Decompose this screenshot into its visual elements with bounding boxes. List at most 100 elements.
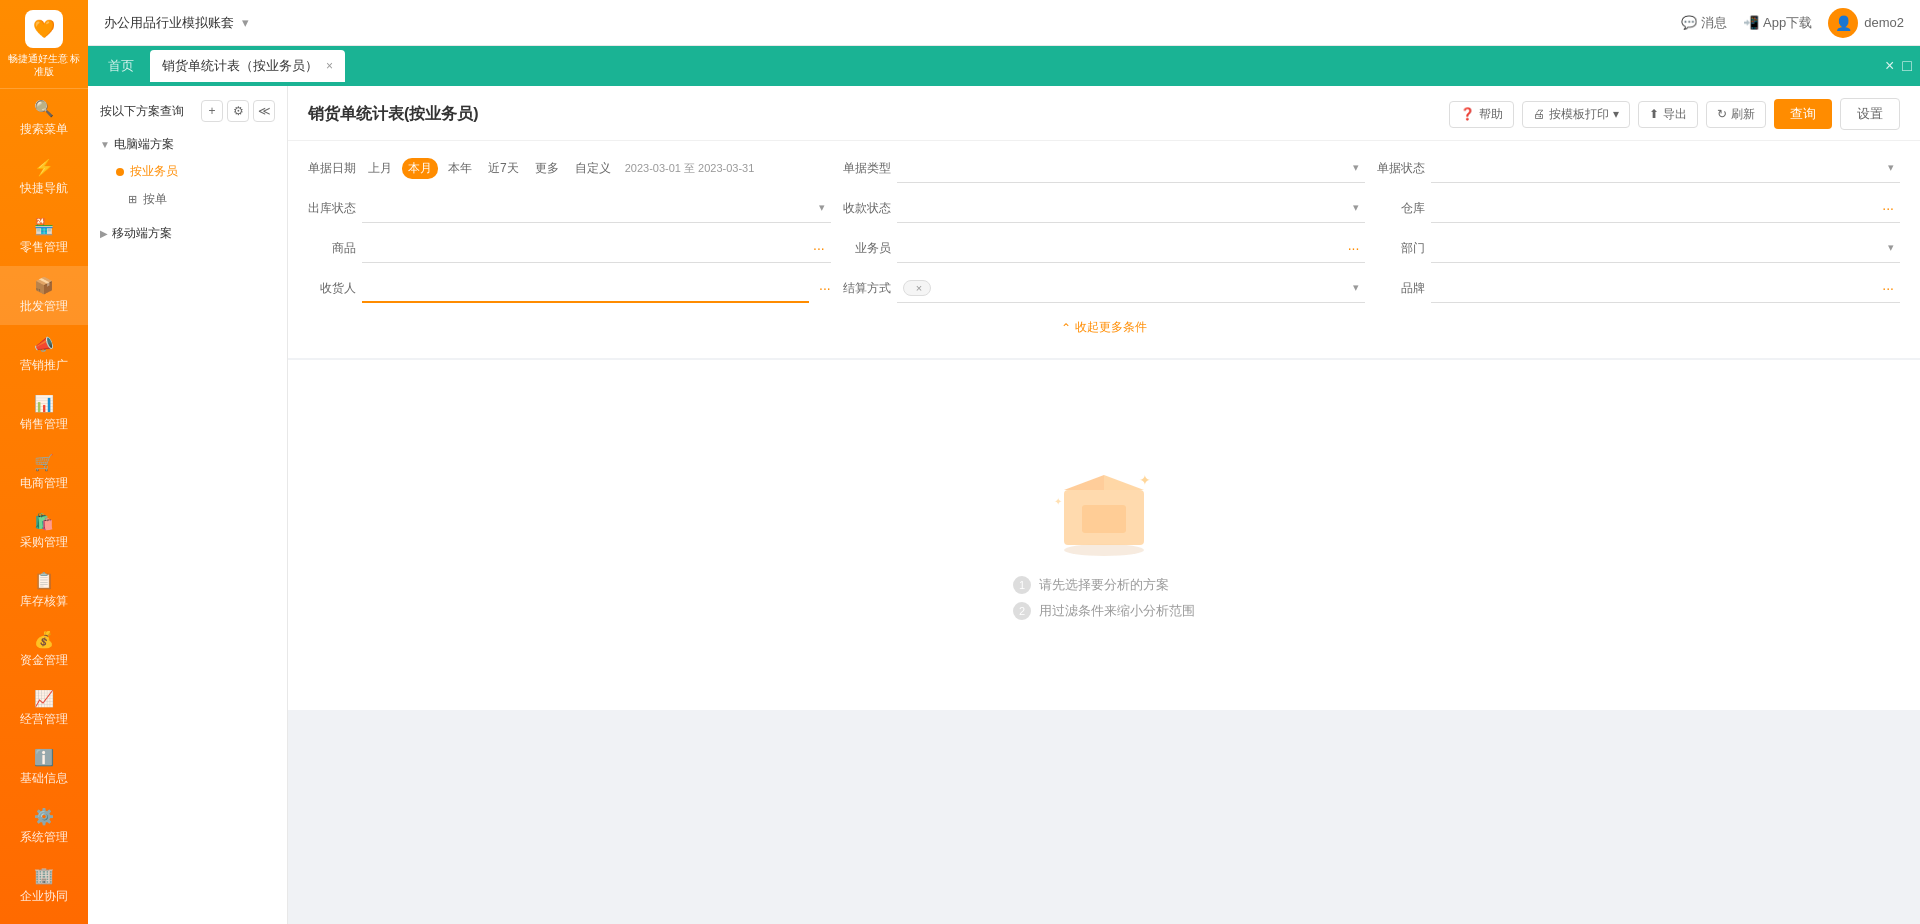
brand-dropdown[interactable]: ···	[1431, 273, 1900, 303]
export-icon: ⬆	[1649, 107, 1659, 121]
scheme-group-mobile[interactable]: ▶ 移动端方案	[88, 221, 287, 246]
tab-salesperson-stats[interactable]: 销货单统计表（按业务员） ×	[150, 50, 345, 82]
step-2-number: 2	[1013, 602, 1031, 620]
scheme-item-by-order[interactable]: ⊞ 按单	[88, 186, 287, 213]
basicinfo-icon: ℹ️	[34, 748, 54, 767]
left-panel: 按以下方案查询 + ⚙ ≪ ▼ 电脑端方案 按业务员 ⊞ 按单	[88, 86, 288, 924]
filter-row-4: 收货人 ··· 结算方式 × ▾	[308, 273, 1900, 303]
top-header: 办公用品行业模拟账套 ▾ 💬 消息 📲 App下载 👤 demo2	[88, 0, 1920, 46]
tab-close-button[interactable]: ×	[326, 59, 333, 73]
page-title-row: 销货单统计表(按业务员) ❓ 帮助 🖨 按模板打印 ▾ ⬆	[308, 98, 1900, 130]
svg-text:✦: ✦	[1139, 472, 1151, 488]
brand-dots-icon[interactable]: ···	[1882, 280, 1894, 296]
sales-icon: 📊	[34, 394, 54, 413]
print-button[interactable]: 🖨 按模板打印 ▾	[1522, 101, 1630, 128]
sidebar-item-operations[interactable]: 📈 经营管理	[0, 679, 88, 738]
docstatus-dropdown[interactable]: ▾	[1431, 153, 1900, 183]
query-button[interactable]: 查询	[1774, 99, 1832, 129]
export-button[interactable]: ⬆ 导出	[1638, 101, 1698, 128]
retail-icon: 🏪	[34, 217, 54, 236]
grid-icon: ⊞	[128, 193, 137, 206]
sidebar-item-finance[interactable]: 💰 资金管理	[0, 620, 88, 679]
app-logo[interactable]: 🧡 畅捷通好生意 标准版	[0, 0, 88, 89]
page-header: 销货单统计表(按业务员) ❓ 帮助 🖨 按模板打印 ▾ ⬆	[288, 86, 1920, 141]
filter-salesperson: 业务员 ···	[843, 233, 1366, 263]
empty-state-container: ✦ ✦ 1 请先选择要分析的方案 2 用过滤条件来缩小分析范围	[288, 360, 1920, 710]
receiptstatus-label: 收款状态	[843, 200, 891, 217]
date-tab-7days[interactable]: 近7天	[482, 158, 525, 179]
consignee-input[interactable]	[362, 273, 809, 303]
tab-home[interactable]: 首页	[96, 50, 146, 82]
messages-button[interactable]: 💬 消息	[1681, 14, 1727, 32]
sidebar-item-purchase[interactable]: 🛍️ 采购管理	[0, 502, 88, 561]
empty-text: 1 请先选择要分析的方案 2 用过滤条件来缩小分析范围	[1013, 576, 1195, 620]
help-icon: ❓	[1460, 107, 1475, 121]
warehouse-dots-icon[interactable]: ···	[1882, 200, 1894, 216]
purchase-icon: 🛍️	[34, 512, 54, 531]
filter-department: 部门 ▾	[1377, 233, 1900, 263]
salesperson-dots-icon[interactable]: ···	[1348, 240, 1360, 256]
date-tab-last-month[interactable]: 上月	[362, 158, 398, 179]
goods-dots-icon[interactable]: ···	[813, 240, 825, 256]
outstatus-dropdown[interactable]: ▾	[362, 193, 831, 223]
warehouse-dropdown[interactable]: ···	[1431, 193, 1900, 223]
scheme-group-desktop[interactable]: ▼ 电脑端方案	[88, 132, 287, 157]
svg-rect-2	[1082, 505, 1126, 533]
window-maximize-button[interactable]: □	[1902, 57, 1912, 75]
sidebar-item-enterprise[interactable]: 🏢 企业协同	[0, 856, 88, 915]
help-button[interactable]: ❓ 帮助	[1449, 101, 1514, 128]
sidebar-item-marketing[interactable]: 📣 营销推广	[0, 325, 88, 384]
salesperson-dropdown[interactable]: ···	[897, 233, 1366, 263]
consignee-dots-icon[interactable]: ···	[819, 280, 831, 296]
expand-arrow-icon: ▼	[100, 139, 110, 150]
receiptstatus-dropdown[interactable]: ▾	[897, 193, 1366, 223]
date-tabs: 上月 本月 本年 近7天 更多 自定义	[362, 158, 617, 179]
refresh-button[interactable]: ↻ 刷新	[1706, 101, 1766, 128]
sidebar-item-inventory[interactable]: 📋 库存核算	[0, 561, 88, 620]
settlement-tag: ×	[903, 280, 931, 296]
empty-step-2: 2 用过滤条件来缩小分析范围	[1013, 602, 1195, 620]
date-label: 单据日期	[308, 160, 356, 177]
tab-controls: × □	[1885, 57, 1912, 75]
user-profile-button[interactable]: 👤 demo2	[1828, 8, 1904, 38]
empty-step-1: 1 请先选择要分析的方案	[1013, 576, 1195, 594]
settings-scheme-button[interactable]: ⚙	[227, 100, 249, 122]
date-tab-custom[interactable]: 自定义	[569, 158, 617, 179]
department-dropdown[interactable]: ▾	[1431, 233, 1900, 263]
window-close-button[interactable]: ×	[1885, 57, 1894, 75]
sidebar-item-newguide[interactable]: 🎯 新手引导	[0, 915, 88, 924]
doctype-chevron-icon: ▾	[1353, 161, 1359, 174]
settlement-clear-button[interactable]: ×	[916, 282, 922, 294]
sidebar-item-sales[interactable]: 📊 销售管理	[0, 384, 88, 443]
filter-consignee: 收货人 ···	[308, 273, 831, 303]
settings-button[interactable]: 设置	[1840, 98, 1900, 130]
date-tab-current-month[interactable]: 本月	[402, 158, 438, 179]
sidebar-item-basicinfo[interactable]: ℹ️ 基础信息	[0, 738, 88, 797]
sidebar-quicknav[interactable]: ⚡ 快捷导航	[0, 148, 88, 207]
dropdown-arrow-icon[interactable]: ▾	[242, 15, 249, 30]
messages-icon: 💬	[1681, 15, 1697, 30]
app-download-button[interactable]: 📲 App下载	[1743, 14, 1812, 32]
doctype-label: 单据类型	[843, 160, 891, 177]
main-area: 办公用品行业模拟账套 ▾ 💬 消息 📲 App下载 👤 demo2 首页	[88, 0, 1920, 924]
enterprise-icon: 🏢	[34, 866, 54, 885]
sidebar-item-ecommerce[interactable]: 🛒 电商管理	[0, 443, 88, 502]
scheme-item-by-salesperson[interactable]: 按业务员	[88, 157, 287, 186]
sidebar-item-sysmgmt[interactable]: ⚙️ 系统管理	[0, 797, 88, 856]
sidebar-search[interactable]: 🔍 搜索菜单	[0, 89, 88, 148]
collapse-filters-button[interactable]: ⌃ 收起更多条件	[308, 313, 1900, 346]
date-tab-current-year[interactable]: 本年	[442, 158, 478, 179]
filter-doctype: 单据类型 ▾	[843, 153, 1366, 183]
collapse-panel-button[interactable]: ≪	[253, 100, 275, 122]
date-tab-more[interactable]: 更多	[529, 158, 565, 179]
goods-dropdown[interactable]: ···	[362, 233, 831, 263]
filter-date: 单据日期 上月 本月 本年 近7天 更多 自定义 2023-03-01 至 20…	[308, 158, 831, 179]
sidebar-item-retail[interactable]: 🏪 零售管理	[0, 207, 88, 266]
settlement-dropdown[interactable]: × ▾	[897, 273, 1366, 303]
docstatus-label: 单据状态	[1377, 160, 1425, 177]
brand-label: 品牌	[1377, 280, 1425, 297]
sidebar-item-wholesale[interactable]: 📦 批发管理	[0, 266, 88, 325]
doctype-dropdown[interactable]: ▾	[897, 153, 1366, 183]
add-scheme-button[interactable]: +	[201, 100, 223, 122]
filter-row-2: 出库状态 ▾ 收款状态 ▾ 仓库	[308, 193, 1900, 223]
